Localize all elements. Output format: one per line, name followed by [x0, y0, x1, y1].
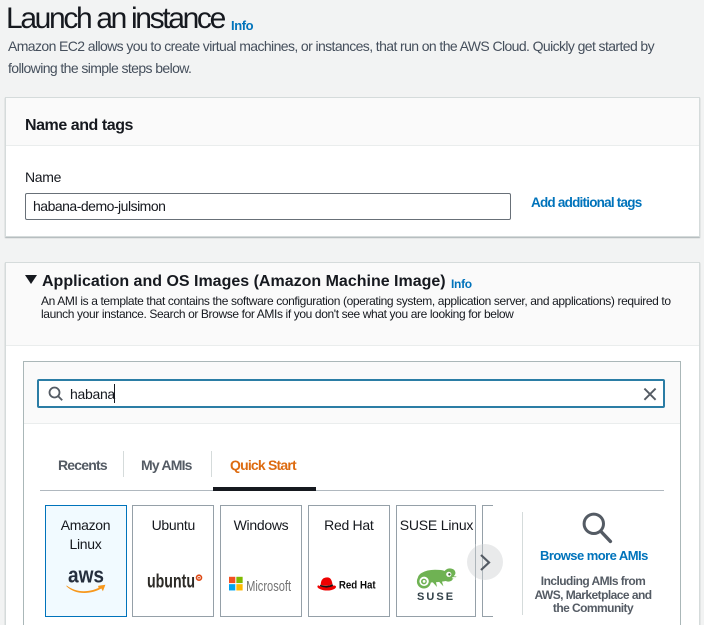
svg-text:ubuntu: ubuntu: [147, 572, 195, 593]
svg-text:SUSE: SUSE: [417, 591, 456, 603]
svg-text:Red Hat: Red Hat: [339, 579, 376, 591]
svg-text:Microsoft: Microsoft: [246, 578, 292, 595]
svg-text:aws: aws: [68, 563, 104, 588]
